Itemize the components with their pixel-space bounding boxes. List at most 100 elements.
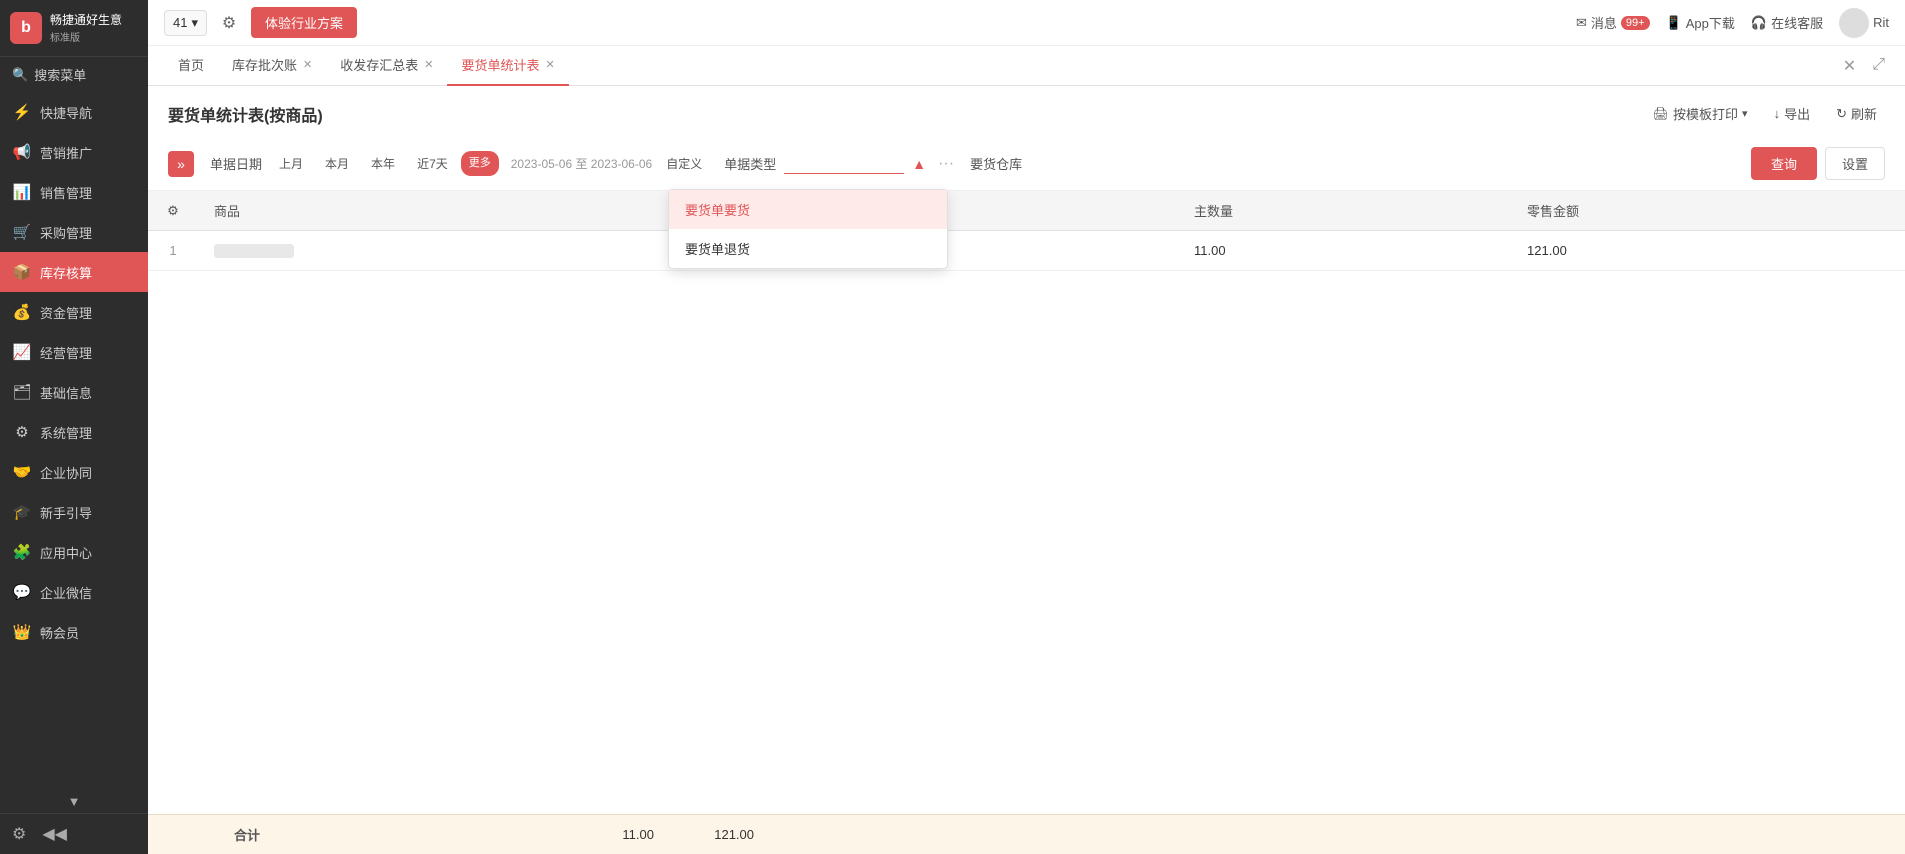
- operations-icon: 📈: [12, 342, 32, 362]
- tab-bar-right: ✕ ⤢: [1839, 52, 1889, 80]
- trial-btn[interactable]: 体验行业方案: [251, 7, 357, 38]
- sidebar-item-label: 采购管理: [40, 223, 92, 242]
- sidebar-item-inventory[interactable]: 📦 库存核算: [0, 252, 148, 292]
- tab-close-btn[interactable]: ✕: [1839, 52, 1860, 80]
- tab-home[interactable]: 首页: [164, 46, 218, 86]
- data-table: ⚙ 商品 主计量单位 主数量 零售金额 1: [148, 191, 1905, 271]
- marketing-icon: 📢: [12, 142, 32, 162]
- dropdown-item-order-return[interactable]: 要货单退货: [669, 229, 947, 268]
- online-service-btn[interactable]: 🎧 在线客服: [1751, 13, 1823, 32]
- col-product: 商品: [198, 191, 723, 231]
- sidebar-item-label: 企业协同: [40, 463, 92, 482]
- header-settings-btn[interactable]: ⚙: [215, 9, 243, 37]
- app-download-btn[interactable]: 📱 App下载: [1666, 13, 1735, 32]
- sidebar-nav: ⚡ 快捷导航 📢 营销推广 📊 销售管理 🛒 采购管理 📦 库存核算 💰 资金管…: [0, 92, 148, 790]
- sidebar-item-sales[interactable]: 📊 销售管理: [0, 172, 148, 212]
- sidebar-item-label: 经营管理: [40, 343, 92, 362]
- date-btn-more[interactable]: 更多: [461, 151, 499, 176]
- sidebar-item-member[interactable]: 👑 畅会员: [0, 612, 148, 652]
- sidebar-item-wechat[interactable]: 💬 企业微信: [0, 572, 148, 612]
- page-actions: 🖨 按模板打印 ▾ ↓ 导出 ↻ 刷新: [1645, 100, 1886, 127]
- sidebar-item-system[interactable]: ⚙ 系统管理: [0, 412, 148, 452]
- date-btn-last-month[interactable]: 上月: [270, 151, 312, 176]
- export-btn[interactable]: ↓ 导出: [1766, 100, 1819, 127]
- filter-settings-btn[interactable]: 设置: [1825, 147, 1885, 180]
- col-qty: 主数量: [1178, 191, 1511, 231]
- refresh-btn[interactable]: ↻ 刷新: [1828, 100, 1885, 127]
- tab-order-stats[interactable]: 要货单统计表 ✕: [447, 46, 568, 86]
- query-btn[interactable]: 查询: [1751, 147, 1817, 180]
- finance-icon: 💰: [12, 302, 32, 322]
- tab-inventory-batch-close[interactable]: ✕: [303, 58, 312, 71]
- date-filter-label: 单据日期: [210, 154, 262, 173]
- footer-amount: 121.00: [674, 827, 754, 842]
- message-btn[interactable]: ✉ 消息 99+: [1576, 13, 1650, 32]
- page-title: 要货单统计表(按商品): [168, 102, 323, 126]
- tab-expand-btn[interactable]: ⤢: [1868, 52, 1889, 80]
- footer-settings-icon[interactable]: ⚙: [12, 824, 26, 844]
- sidebar-item-label: 销售管理: [40, 183, 92, 202]
- sidebar-item-app-center[interactable]: 🧩 应用中心: [0, 532, 148, 572]
- app-download-label: App下载: [1686, 13, 1735, 32]
- type-filter-more[interactable]: ···: [938, 155, 954, 173]
- sidebar-item-operations[interactable]: 📈 经营管理: [0, 332, 148, 372]
- chevron-down-icon: ▼: [68, 794, 81, 809]
- message-badge: 99+: [1621, 16, 1650, 30]
- type-filter-label: 单据类型: [724, 154, 776, 173]
- user-profile-btn[interactable]: Rit: [1839, 8, 1889, 38]
- date-btn-this-year[interactable]: 本年: [362, 151, 404, 176]
- header-left: 41 ▾ ⚙ 体验行业方案: [164, 7, 357, 38]
- footer-collapse-icon[interactable]: ◀◀: [42, 824, 67, 844]
- tab-order-stats-close[interactable]: ✕: [546, 58, 555, 71]
- filter-bar: » 单据日期 上月 本月 本年 近7天 更多 2023-05-06 至 2023…: [148, 137, 1905, 191]
- product-name-placeholder: [214, 244, 294, 258]
- sidebar-scroll-down[interactable]: ▼: [0, 790, 148, 813]
- type-filter-arrow[interactable]: ▲: [912, 156, 926, 172]
- sidebar-footer: ⚙ ◀◀: [0, 813, 148, 854]
- sidebar-item-quick-nav[interactable]: ⚡ 快捷导航: [0, 92, 148, 132]
- row-number: 1: [169, 243, 176, 258]
- type-filter-dropdown: 要货单要货 要货单退货: [668, 189, 948, 269]
- tab-receipt-summary-close[interactable]: ✕: [424, 58, 433, 71]
- date-range-display: 2023-05-06 至 2023-06-06: [511, 155, 652, 172]
- app-logo-icon: b: [10, 12, 42, 44]
- store-name: 41: [173, 15, 187, 30]
- sidebar-item-cooperation[interactable]: 🤝 企业协同: [0, 452, 148, 492]
- cell-row-num: 1: [148, 231, 198, 271]
- sidebar-item-finance[interactable]: 💰 资金管理: [0, 292, 148, 332]
- tab-receipt-summary[interactable]: 收发存汇总表 ✕: [326, 46, 447, 86]
- date-btn-this-month[interactable]: 本月: [316, 151, 358, 176]
- cooperation-icon: 🤝: [12, 462, 32, 482]
- online-service-label: 在线客服: [1771, 13, 1823, 32]
- date-btn-7days[interactable]: 近7天: [408, 151, 457, 176]
- top-header: 41 ▾ ⚙ 体验行业方案 ✉ 消息 99+ 📱 App下载 🎧 在线客服: [148, 0, 1905, 46]
- sidebar-item-label: 新手引导: [40, 503, 92, 522]
- refresh-icon: ↻: [1836, 106, 1847, 122]
- store-selector[interactable]: 41 ▾: [164, 10, 207, 36]
- table-footer: 合计 11.00 121.00: [148, 814, 1905, 854]
- sidebar-search[interactable]: 🔍 搜索菜单: [0, 57, 148, 92]
- sidebar-item-marketing[interactable]: 📢 营销推广: [0, 132, 148, 172]
- dropdown-item-order-goods[interactable]: 要货单要货: [669, 190, 947, 229]
- header-right: ✉ 消息 99+ 📱 App下载 🎧 在线客服 Rit: [1576, 8, 1889, 38]
- tab-inventory-batch-label: 库存批次账: [232, 55, 297, 74]
- filter-toggle-btn[interactable]: »: [168, 151, 194, 177]
- app-center-icon: 🧩: [12, 542, 32, 562]
- footer-qty: 11.00: [574, 827, 654, 842]
- sidebar-item-purchase[interactable]: 🛒 采购管理: [0, 212, 148, 252]
- inventory-icon: 📦: [12, 262, 32, 282]
- custom-date-btn[interactable]: 自定义: [660, 152, 708, 175]
- table-settings-icon[interactable]: ⚙: [167, 203, 179, 219]
- sidebar-item-label: 快捷导航: [40, 103, 92, 122]
- sidebar-item-guide[interactable]: 🎓 新手引导: [0, 492, 148, 532]
- type-filter-input[interactable]: [784, 154, 904, 174]
- guide-icon: 🎓: [12, 502, 32, 522]
- print-btn[interactable]: 🖨 按模板打印 ▾: [1645, 100, 1756, 127]
- message-icon: ✉: [1576, 15, 1587, 31]
- app-name: 畅捷通好生意: [50, 12, 122, 29]
- service-icon: 🎧: [1751, 15, 1767, 31]
- footer-label: 合计: [234, 825, 314, 844]
- toggle-icon: »: [177, 156, 185, 172]
- sidebar-item-basic[interactable]: 🗂 基础信息: [0, 372, 148, 412]
- tab-inventory-batch[interactable]: 库存批次账 ✕: [218, 46, 326, 86]
